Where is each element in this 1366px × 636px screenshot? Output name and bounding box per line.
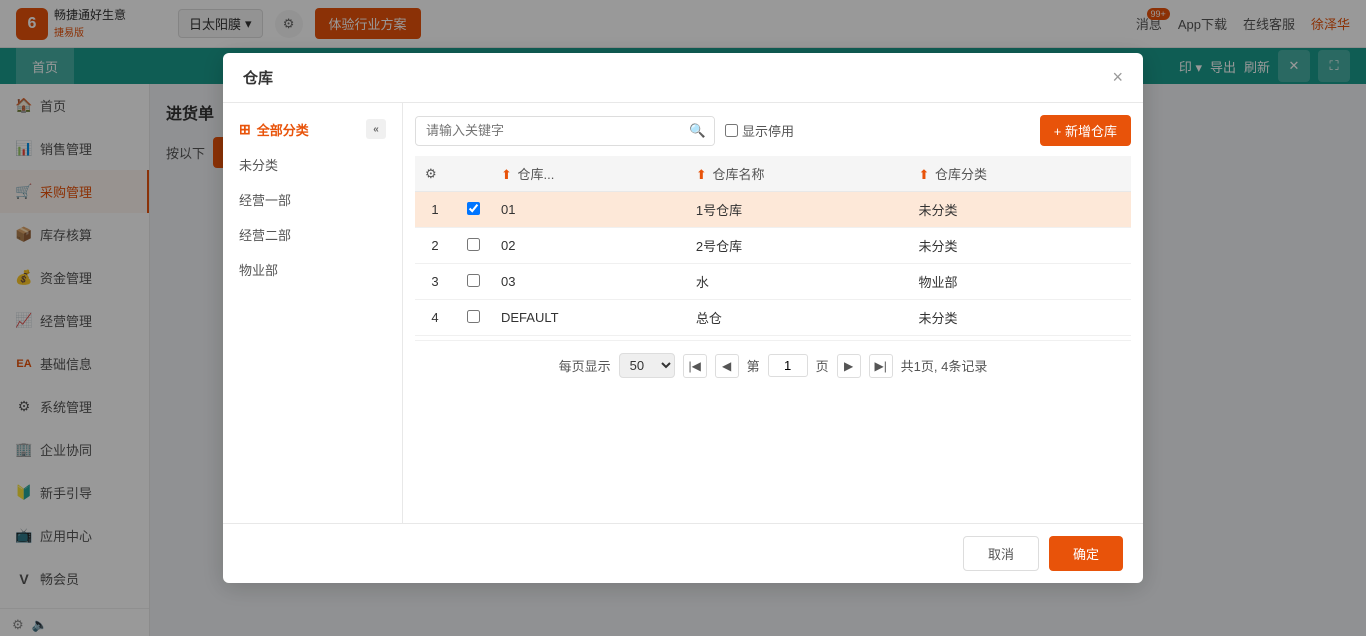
page-label-end: 页 — [816, 356, 829, 375]
category-item-uncat[interactable]: 未分类 — [223, 147, 402, 182]
all-categories-header[interactable]: ⊞ 全部分类 « — [223, 111, 402, 147]
row-category: 未分类 — [908, 300, 1131, 336]
grid-icon: ⊞ — [239, 121, 251, 138]
modal-header: 仓库 × — [223, 53, 1143, 103]
modal-overlay: 仓库 × ⊞ 全部分类 « 未分类 经营一部 经营二部 — [0, 0, 1366, 636]
category-label: 物业部 — [239, 263, 278, 278]
category-item-property[interactable]: 物业部 — [223, 252, 402, 287]
collapse-panel-button[interactable]: « — [366, 119, 386, 139]
show-disabled-text: 显示停用 — [742, 121, 794, 140]
row-code: DEFAULT — [491, 300, 686, 336]
category-label: 经营一部 — [239, 193, 291, 208]
confirm-button[interactable]: 确定 — [1049, 536, 1123, 571]
last-page-button[interactable]: ▶| — [869, 354, 893, 378]
row-category: 物业部 — [908, 264, 1131, 300]
row-num: 4 — [415, 300, 455, 336]
sort-icon-code: ⬆ — [501, 167, 512, 182]
page-number-input[interactable] — [768, 354, 808, 377]
row-code: 02 — [491, 228, 686, 264]
row-category: 未分类 — [908, 228, 1131, 264]
col-category-label: 仓库分类 — [935, 167, 987, 182]
table-row[interactable]: 2 02 2号仓库 未分类 — [415, 228, 1131, 264]
table-toolbar: 🔍 显示停用 + 新增仓库 — [415, 115, 1131, 146]
page-summary: 共1页, 4条记录 — [901, 356, 988, 375]
col-gear[interactable]: ⚙ — [415, 156, 455, 192]
next-page-button[interactable]: ▶ — [837, 354, 861, 378]
warehouse-table: ⚙ ⬆ 仓库... ⬆ 仓库名称 ⬆ — [415, 156, 1131, 336]
cancel-button[interactable]: 取消 — [963, 536, 1039, 571]
col-name-label: 仓库名称 — [712, 167, 764, 182]
col-category[interactable]: ⬆ 仓库分类 — [908, 156, 1131, 192]
table-row[interactable]: 4 DEFAULT 总仓 未分类 — [415, 300, 1131, 336]
prev-page-button[interactable]: ◀ — [715, 354, 739, 378]
sort-icon-cat: ⬆ — [918, 167, 929, 182]
row-code: 03 — [491, 264, 686, 300]
add-warehouse-button[interactable]: + 新增仓库 — [1040, 115, 1131, 146]
first-page-button[interactable]: |◀ — [683, 354, 707, 378]
category-label: 未分类 — [239, 158, 278, 173]
row-checkbox[interactable] — [455, 192, 491, 228]
row-category: 未分类 — [908, 192, 1131, 228]
show-disabled-label[interactable]: 显示停用 — [725, 121, 794, 140]
category-item-ops2[interactable]: 经营二部 — [223, 217, 402, 252]
category-panel: ⊞ 全部分类 « 未分类 经营一部 经营二部 物业部 — [223, 103, 403, 523]
row-name: 1号仓库 — [686, 192, 909, 228]
row-num: 1 — [415, 192, 455, 228]
page-label: 第 — [747, 356, 760, 375]
row-checkbox[interactable] — [455, 264, 491, 300]
row-num: 2 — [415, 228, 455, 264]
row-num: 3 — [415, 264, 455, 300]
row-code: 01 — [491, 192, 686, 228]
per-page-label: 每页显示 — [559, 356, 611, 375]
row-name: 水 — [686, 264, 909, 300]
row-checkbox[interactable] — [455, 228, 491, 264]
pagination: 每页显示 50 10 20 100 |◀ ◀ 第 页 ▶ ▶| 共1页, 4条记… — [415, 340, 1131, 390]
row-name: 2号仓库 — [686, 228, 909, 264]
modal-title: 仓库 — [243, 67, 273, 88]
modal-footer: 取消 确定 — [223, 523, 1143, 583]
table-row[interactable]: 3 03 水 物业部 — [415, 264, 1131, 300]
table-panel: 🔍 显示停用 + 新增仓库 ⚙ ⬆ — [403, 103, 1143, 523]
col-code-label: 仓库... — [518, 167, 555, 182]
modal-close-button[interactable]: × — [1112, 67, 1123, 88]
all-categories-label: 全部分类 — [257, 120, 309, 139]
row-name: 总仓 — [686, 300, 909, 336]
table-row[interactable]: 1 01 1号仓库 未分类 — [415, 192, 1131, 228]
show-disabled-checkbox[interactable] — [725, 124, 738, 137]
warehouse-modal: 仓库 × ⊞ 全部分类 « 未分类 经营一部 经营二部 — [223, 53, 1143, 583]
search-input[interactable] — [416, 117, 681, 144]
category-item-ops1[interactable]: 经营一部 — [223, 182, 402, 217]
category-label: 经营二部 — [239, 228, 291, 243]
search-box: 🔍 — [415, 116, 715, 146]
sort-icon-name: ⬆ — [696, 167, 707, 182]
col-checkbox — [455, 156, 491, 192]
row-checkbox[interactable] — [455, 300, 491, 336]
modal-body: ⊞ 全部分类 « 未分类 经营一部 经营二部 物业部 — [223, 103, 1143, 523]
per-page-select[interactable]: 50 10 20 100 — [619, 353, 675, 378]
search-button[interactable]: 🔍 — [681, 117, 714, 145]
col-name[interactable]: ⬆ 仓库名称 — [686, 156, 909, 192]
col-code[interactable]: ⬆ 仓库... — [491, 156, 686, 192]
